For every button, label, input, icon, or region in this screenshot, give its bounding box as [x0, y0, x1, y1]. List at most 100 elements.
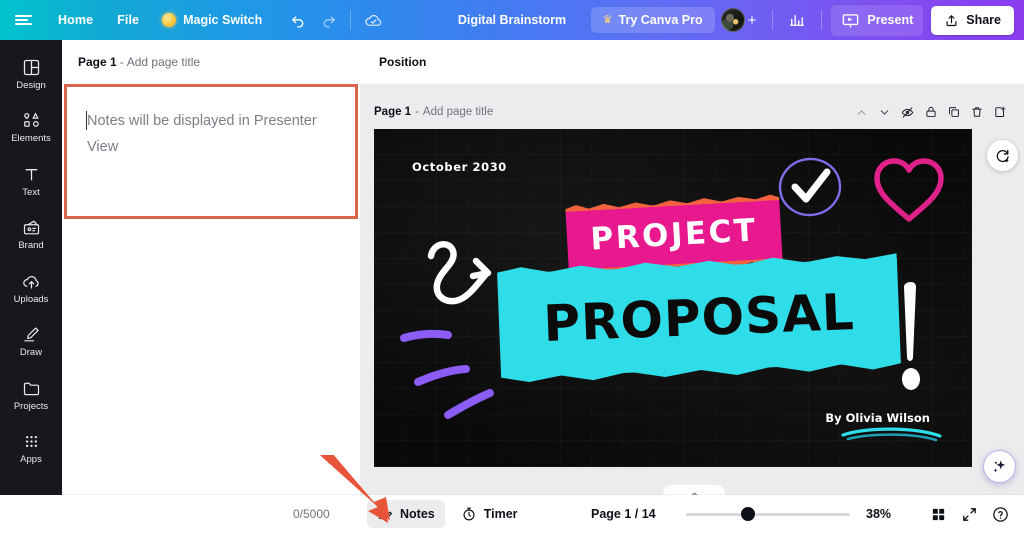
share-button[interactable]: Share: [931, 5, 1014, 35]
page-label: Page 1: [374, 106, 412, 118]
sidebar-item-label: Design: [16, 80, 46, 91]
delete-page-button[interactable]: [966, 102, 987, 123]
sparkle-glyph: [993, 460, 1006, 473]
notes-input-highlight-box[interactable]: Notes will be displayed in Presenter Vie…: [64, 84, 358, 219]
collaborators[interactable]: +: [717, 8, 764, 32]
plus-icon[interactable]: +: [748, 13, 757, 28]
magic-switch-label: Magic Switch: [183, 13, 263, 27]
zoom-value[interactable]: 38%: [866, 507, 891, 521]
help-question-icon: [992, 506, 1008, 522]
notes-header-page: Page 1: [78, 55, 117, 69]
sidebar-item-draw[interactable]: Draw: [3, 315, 59, 365]
document-title-input[interactable]: [478, 7, 608, 33]
share-label: Share: [966, 13, 1001, 27]
bottom-toolbar: 0/5000 Notes Timer Page 1 / 14 38%: [0, 495, 1024, 533]
teal-underline-swash: [841, 427, 942, 442]
grid-view-icon: [932, 508, 944, 520]
brand-kit-icon: [23, 220, 39, 235]
top-toolbar-right: ♛ Try Canva Pro + Present Share: [590, 4, 1024, 36]
zoom-slider[interactable]: [686, 507, 850, 521]
slide-canvas[interactable]: October 2030 PROJECT PROPOSAL By Olivia …: [374, 129, 972, 467]
expand-arrows-icon: [962, 507, 976, 521]
cloud-check-icon[interactable]: [358, 5, 388, 35]
position-toolbar: Position: [360, 40, 1024, 84]
sidebar-item-text[interactable]: Text: [3, 155, 59, 205]
check-mark-circle: [778, 157, 842, 217]
slide-title-line2[interactable]: PROPOSAL: [497, 258, 901, 377]
chevron-up-icon: [857, 109, 866, 115]
present-screen-icon: [843, 13, 859, 28]
lock-page-button[interactable]: [920, 102, 941, 123]
bottom-right-actions: [924, 500, 1014, 528]
duplicate-page-button[interactable]: [943, 102, 964, 123]
avatar[interactable]: [720, 8, 745, 32]
upload-cloud-icon: [22, 275, 39, 289]
zoom-slider-track[interactable]: [686, 507, 850, 521]
move-page-down-button[interactable]: [874, 102, 895, 123]
page-count-label[interactable]: Page 1 / 14: [591, 507, 656, 521]
add-page-button[interactable]: [989, 102, 1010, 123]
canva-editor-window: Home File Magic Switch Digital Brainstor…: [0, 0, 1024, 533]
slide-title-line1[interactable]: PROJECT: [565, 198, 782, 272]
magic-switch-button[interactable]: Magic Switch: [151, 7, 273, 33]
left-sidebar: Design Elements Text Brand Uploads Draw …: [0, 40, 62, 533]
text-t-icon: [25, 168, 37, 181]
rotate-refresh-icon[interactable]: [987, 140, 1018, 171]
hide-page-button[interactable]: [897, 102, 918, 123]
hamburger-icon[interactable]: [0, 0, 46, 40]
draw-pen-icon: [23, 327, 39, 342]
timer-button-label: Timer: [483, 507, 518, 521]
file-menu-button[interactable]: File: [105, 7, 151, 33]
grid-view-button[interactable]: [924, 500, 952, 528]
sidebar-item-label: Brand: [18, 240, 44, 252]
character-counter: 0/5000: [293, 507, 330, 521]
help-button[interactable]: [986, 500, 1014, 528]
canvas-area: Position Page 1 - Add page title October…: [360, 40, 1024, 495]
try-canva-pro-label: Try Canva Pro: [618, 13, 703, 27]
try-canva-pro-button[interactable]: ♛ Try Canva Pro: [590, 7, 715, 33]
sidebar-item-projects[interactable]: Projects: [3, 369, 59, 419]
page-header: Page 1 - Add page title: [374, 100, 1010, 124]
toolbar-divider: [772, 10, 774, 30]
sidebar-item-elements[interactable]: Elements: [3, 101, 59, 151]
fullscreen-button[interactable]: [955, 500, 983, 528]
eye-slash-icon: [901, 106, 914, 118]
sidebar-item-design[interactable]: Design: [3, 48, 59, 98]
toolbar-divider: [821, 10, 823, 30]
sidebar-item-uploads[interactable]: Uploads: [3, 262, 59, 312]
history-controls: [283, 5, 388, 35]
notes-panel-header: Page 1 - Add page title: [62, 40, 360, 84]
page-tools: [851, 102, 1010, 123]
notes-button[interactable]: Notes: [367, 500, 445, 528]
slide-date[interactable]: October 2030: [412, 160, 507, 174]
redo-icon[interactable]: [313, 5, 343, 35]
notes-textarea[interactable]: Notes will be displayed in Presenter Vie…: [87, 109, 337, 161]
timer-button[interactable]: Timer: [451, 500, 528, 528]
bar-chart-icon[interactable]: [782, 5, 812, 35]
sidebar-item-label: Apps: [20, 454, 42, 466]
bottom-left-actions: Notes Timer: [367, 500, 528, 528]
position-button[interactable]: Position: [370, 49, 435, 75]
sidebar-item-brand[interactable]: Brand: [3, 208, 59, 258]
slide-author[interactable]: By Olivia Wilson: [825, 411, 930, 425]
sidebar-item-label: Draw: [19, 347, 43, 359]
stopwatch-icon: [463, 507, 475, 521]
zoom-slider-fill: [686, 512, 748, 516]
notes-header-title-placeholder[interactable]: Add page title: [127, 55, 200, 69]
sidebar-item-apps[interactable]: Apps: [3, 422, 59, 472]
duplicate-icon: [948, 107, 959, 117]
home-button[interactable]: Home: [46, 7, 105, 33]
move-page-up-button[interactable]: [851, 102, 872, 123]
notes-panel: Page 1 - Add page title Notes will be di…: [62, 40, 360, 495]
zoom-slider-handle[interactable]: [741, 507, 755, 521]
notes-lines-pencil-icon: [378, 509, 392, 519]
present-button[interactable]: Present: [831, 4, 924, 36]
sidebar-item-label: Elements: [11, 133, 51, 145]
lock-icon: [925, 106, 936, 117]
page-title-input[interactable]: Add page title: [423, 106, 493, 118]
undo-icon[interactable]: [283, 5, 313, 35]
magic-sparkle-icon[interactable]: [983, 450, 1016, 483]
trash-icon: [971, 107, 982, 117]
heart-outline: [874, 158, 944, 222]
notes-header-sep: -: [119, 55, 124, 69]
